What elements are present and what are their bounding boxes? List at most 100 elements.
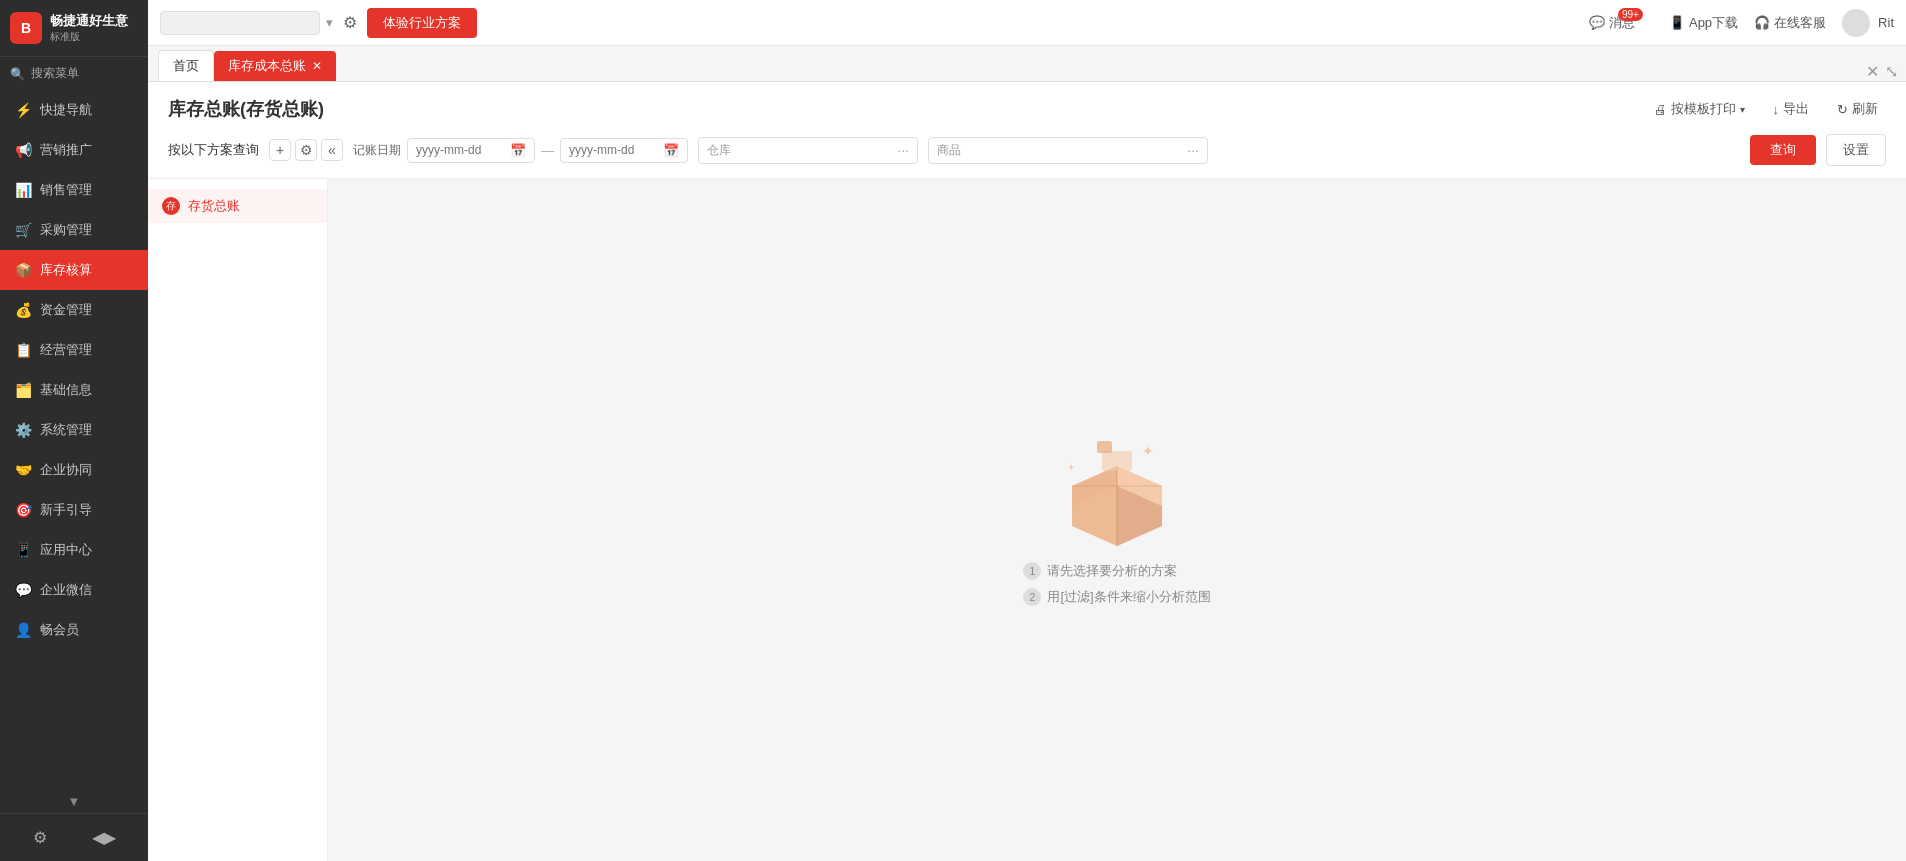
member-icon: 👤 [14,622,32,638]
sidebar-item-label: 企业协同 [40,461,92,479]
sidebar-item-label: 基础信息 [40,381,92,399]
scheme-sidebar: 存 存货总账 [148,179,328,861]
sidebar-item-purchase[interactable]: 🛒 采购管理 [0,210,148,250]
print-btn[interactable]: 🖨 按模板打印 ▾ [1646,96,1753,122]
date-start-input[interactable] [416,143,506,157]
add-filter-btn[interactable]: + [269,139,291,161]
user-profile-btn[interactable]: Rit [1842,9,1894,37]
online-service-btn[interactable]: 🎧 在线客服 [1754,14,1826,32]
system-icon: ⚙️ [14,422,32,438]
date-field: 记账日期 📅 — 📅 [353,138,688,163]
refresh-icon: ↻ [1837,102,1848,117]
quick-nav-icon: ⚡ [14,102,32,118]
settings-btn[interactable]: 设置 [1826,134,1886,166]
settings-icon-btn[interactable]: ⚙ [339,9,361,36]
sidebar-item-label: 快捷导航 [40,101,92,119]
sidebar-item-basic[interactable]: 🗂️ 基础信息 [0,370,148,410]
date-end-input[interactable] [569,143,659,157]
product-select[interactable]: 商品 ··· [928,137,1208,164]
page-header-actions: 🖨 按模板打印 ▾ ↓ 导出 ↻ 刷新 [1646,96,1887,122]
app-download-label: App下载 [1689,14,1738,32]
warehouse-placeholder: 仓库 [707,142,731,159]
export-icon: ↓ [1773,102,1780,117]
sidebar-item-label: 营销推广 [40,141,92,159]
date-start-wrap: 📅 [407,138,535,163]
date-separator: — [541,143,554,158]
basic-icon: 🗂️ [14,382,32,398]
data-area: ✦ ✦ 1 请先选择要分析的方案 2 用[过滤]条件来缩小分析范围 [328,179,1906,861]
online-service-label: 在线客服 [1774,14,1826,32]
calendar-start-icon[interactable]: 📅 [510,143,526,158]
warehouse-more-icon[interactable]: ··· [897,142,909,158]
tab-bar: 首页 库存成本总账 ✕ ✕ ⤡ [148,46,1906,82]
empty-illustration: ✦ ✦ [1052,426,1182,546]
tab-inventory-ledger[interactable]: 库存成本总账 ✕ [214,51,336,81]
sidebar-item-label: 应用中心 [40,541,92,559]
sales-icon: 📊 [14,182,32,198]
export-label: 导出 [1783,100,1809,118]
settings-footer-btn[interactable]: ⚙ [29,824,51,851]
filter-actions: + ⚙ « [269,139,343,161]
breadcrumb-input[interactable] [160,11,320,35]
sidebar-item-inventory[interactable]: 📦 库存核算 [0,250,148,290]
calendar-end-icon[interactable]: 📅 [663,143,679,158]
collapse-filter-btn[interactable]: « [321,139,343,161]
date-label: 记账日期 [353,142,401,159]
tab-home[interactable]: 首页 [158,50,214,81]
tab-home-label: 首页 [173,57,199,75]
sidebar-item-operation[interactable]: 📋 经营管理 [0,330,148,370]
sidebar-item-system[interactable]: ⚙️ 系统管理 [0,410,148,450]
product-more-icon[interactable]: ··· [1187,142,1199,158]
search-menu[interactable]: 🔍 搜索菜单 [0,57,148,90]
phone-icon: 📱 [1669,15,1685,30]
print-icon: 🖨 [1654,102,1667,117]
sidebar-item-member[interactable]: 👤 畅会员 [0,610,148,650]
scheme-item-label: 存货总账 [188,197,240,215]
svg-text:✦: ✦ [1142,443,1154,459]
beginner-icon: 🎯 [14,502,32,518]
sidebar-item-finance[interactable]: 💰 资金管理 [0,290,148,330]
tip-1-text: 请先选择要分析的方案 [1047,562,1177,580]
filter-label: 按以下方案查询 [168,141,259,159]
print-dropdown-icon[interactable]: ▾ [1740,104,1745,115]
app-download-btn[interactable]: 📱 App下载 [1669,14,1738,32]
refresh-label: 刷新 [1852,100,1878,118]
export-btn[interactable]: ↓ 导出 [1765,96,1818,122]
collapse-sidebar-btn[interactable]: ◀▶ [88,824,120,851]
sidebar-item-label: 系统管理 [40,421,92,439]
warehouse-select[interactable]: 仓库 ··· [698,137,918,164]
sidebar-scroll-down[interactable]: ▼ [0,790,148,813]
filter-settings-btn[interactable]: ⚙ [295,139,317,161]
search-icon: 🔍 [10,67,25,81]
logo-text: 畅捷通好生意 标准版 [50,13,128,43]
message-btn[interactable]: 💬 消息 99+ [1589,14,1635,32]
expand-panel-icon[interactable]: ⤡ [1885,62,1898,81]
scheme-item-inventory-total[interactable]: 存 存货总账 [148,189,327,223]
industry-plan-btn[interactable]: 体验行业方案 [367,8,477,38]
sidebar-item-quick-nav[interactable]: ⚡ 快捷导航 [0,90,148,130]
product-placeholder: 商品 [937,142,961,159]
sidebar-item-label: 经营管理 [40,341,92,359]
close-panel-icon[interactable]: ✕ [1866,62,1879,81]
sidebar-item-cooperation[interactable]: 🤝 企业协同 [0,450,148,490]
sidebar-item-label: 销售管理 [40,181,92,199]
dropdown-icon[interactable]: ▾ [326,15,333,30]
app-logo: B 畅捷通好生意 标准版 [0,0,148,57]
top-bar: ▾ ⚙ 体验行业方案 💬 消息 99+ 📱 App下载 🎧 在线客服 Rit [148,0,1906,46]
query-btn[interactable]: 查询 [1750,135,1816,165]
sidebar-item-app-center[interactable]: 📱 应用中心 [0,530,148,570]
sidebar-item-marketing[interactable]: 📢 营销推广 [0,130,148,170]
top-bar-left: ▾ ⚙ 体验行业方案 [160,8,1581,38]
sidebar-footer: ⚙ ◀▶ [0,813,148,861]
sidebar-item-beginner[interactable]: 🎯 新手引导 [0,490,148,530]
tab-close-icon[interactable]: ✕ [312,59,322,73]
refresh-btn[interactable]: ↻ 刷新 [1829,96,1886,122]
sidebar-item-sales[interactable]: 📊 销售管理 [0,170,148,210]
date-end-wrap: 📅 [560,138,688,163]
purchase-icon: 🛒 [14,222,32,238]
empty-tips: 1 请先选择要分析的方案 2 用[过滤]条件来缩小分析范围 [1023,562,1210,614]
finance-icon: 💰 [14,302,32,318]
sidebar-item-wechat[interactable]: 💬 企业微信 [0,570,148,610]
svg-rect-8 [1097,441,1112,453]
page-title: 库存总账(存货总账) [168,97,324,121]
